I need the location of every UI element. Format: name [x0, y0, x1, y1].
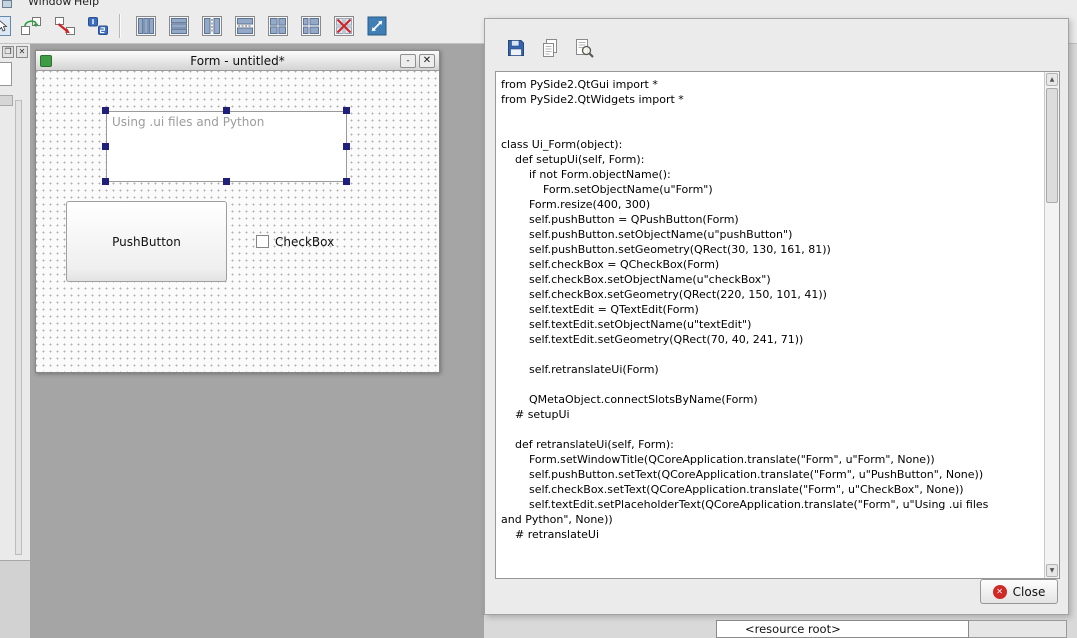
- toolbar-button-break-layout[interactable]: [331, 13, 357, 39]
- toolbar-button-edit-widgets[interactable]: [0, 13, 14, 39]
- toolbar-button-edit-tab-order[interactable]: [85, 13, 111, 39]
- scroll-down-button[interactable]: ▼: [1046, 564, 1058, 577]
- code-view[interactable]: from PySide2.QtGui import * from PySide2…: [495, 71, 1060, 579]
- save-button[interactable]: [503, 35, 529, 61]
- menu-window[interactable]: Window: [28, 0, 71, 8]
- mdi-area: Form - untitled* - ✕ Using .ui files and…: [30, 44, 484, 638]
- textedit-widget[interactable]: Using .ui files and Python: [106, 111, 347, 182]
- code-scrollbar[interactable]: ▲ ▼: [1044, 72, 1059, 578]
- break-layout-icon: [333, 15, 355, 37]
- lay-out-horizontally-icon: [135, 15, 157, 37]
- adjust-size-icon: [366, 15, 388, 37]
- selection-handle[interactable]: [102, 143, 109, 150]
- selection-handle[interactable]: [223, 107, 230, 114]
- form-window-titlebar[interactable]: Form - untitled* - ✕: [36, 51, 439, 71]
- scrollbar-thumb[interactable]: [1046, 88, 1058, 203]
- menu-help[interactable]: Help: [74, 0, 99, 8]
- toolbar-button-lay-out-in-grid[interactable]: [265, 13, 291, 39]
- close-button-label: Close: [1013, 585, 1046, 599]
- lay-out-horizontally-in-splitter-icon: [201, 15, 223, 37]
- document-icon: [2, 0, 12, 8]
- toolbar-button-lay-out-vertically[interactable]: [166, 13, 192, 39]
- resource-browser-panel: <resource root>: [716, 620, 969, 638]
- toolbar-button-edit-signals-slots[interactable]: [18, 13, 44, 39]
- form-window-title: Form - untitled*: [36, 54, 439, 68]
- close-icon: ✕: [423, 55, 431, 66]
- minimize-button[interactable]: -: [400, 54, 416, 68]
- edit-tab-order-icon: [87, 15, 109, 37]
- widget-box-panel: ❐ ✕: [0, 44, 30, 638]
- lay-out-vertically-in-splitter-icon: [234, 15, 256, 37]
- dock-close-icon: ✕: [19, 47, 26, 56]
- minimize-icon: -: [406, 56, 409, 66]
- lay-out-vertically-icon: [168, 15, 190, 37]
- textedit-placeholder: Using .ui files and Python: [107, 112, 346, 132]
- pushbutton-widget[interactable]: PushButton: [66, 201, 227, 282]
- close-dialog-button[interactable]: ✕ Close: [980, 579, 1058, 604]
- toolbar-button-lay-out-vertically-in-splitter[interactable]: [232, 13, 258, 39]
- close-window-button[interactable]: ✕: [419, 54, 435, 68]
- close-circle-icon: ✕: [993, 585, 1007, 599]
- edit-widgets-icon: [0, 15, 12, 37]
- dock-float-button[interactable]: ❐: [2, 46, 14, 58]
- checkbox-widget[interactable]: CheckBox: [256, 221, 357, 262]
- pushbutton-label: PushButton: [112, 235, 181, 249]
- find-button[interactable]: [571, 35, 597, 61]
- selection-handle[interactable]: [343, 178, 350, 185]
- dock-close-button[interactable]: ✕: [16, 46, 28, 58]
- toolbar-button-edit-buddies[interactable]: [52, 13, 78, 39]
- selection-handle[interactable]: [223, 178, 230, 185]
- scroll-up-button[interactable]: ▲: [1046, 73, 1058, 86]
- checkbox-indicator[interactable]: [256, 235, 269, 248]
- dock-float-icon: ❐: [4, 47, 11, 56]
- widget-category-item[interactable]: [0, 95, 13, 106]
- toolbar-button-lay-out-horizontally[interactable]: [133, 13, 159, 39]
- selection-handle[interactable]: [343, 107, 350, 114]
- save-icon: [505, 37, 527, 59]
- copy-button[interactable]: [537, 35, 563, 61]
- find-icon: [573, 37, 595, 59]
- scroll-up-icon: ▲: [1050, 76, 1055, 83]
- form-window: Form - untitled* - ✕ Using .ui files and…: [35, 50, 440, 373]
- toolbar-button-adjust-size[interactable]: [364, 13, 390, 39]
- form-canvas[interactable]: Using .ui files and Python PushButton Ch…: [36, 71, 439, 372]
- toolbar-button-lay-out-horizontally-in-splitter[interactable]: [199, 13, 225, 39]
- widget-filter-input[interactable]: [0, 62, 12, 86]
- edit-buddies-icon: [54, 15, 76, 37]
- resource-browser-side-fragment: [969, 620, 1067, 638]
- edit-signals-slots-icon: [20, 15, 42, 37]
- lay-out-in-form-layout-icon: [300, 15, 322, 37]
- menu-bar: Window Help: [0, 0, 1077, 9]
- lay-out-in-grid-icon: [267, 15, 289, 37]
- code-preview-dialog: from PySide2.QtGui import * from PySide2…: [484, 18, 1069, 615]
- checkbox-label: CheckBox: [275, 235, 334, 249]
- selection-handle[interactable]: [102, 107, 109, 114]
- bottom-dock-fragment: [0, 560, 30, 638]
- resource-root-item[interactable]: <resource root>: [745, 622, 841, 636]
- qt-designer-app: Window Help: [0, 0, 1077, 638]
- code-text: from PySide2.QtGui import * from PySide2…: [496, 72, 1044, 578]
- widget-box-scrollbar[interactable]: [15, 100, 22, 555]
- selection-handle[interactable]: [102, 178, 109, 185]
- scroll-down-icon: ▼: [1050, 567, 1055, 574]
- copy-icon: [539, 37, 561, 59]
- toolbar-separator: [119, 14, 121, 38]
- toolbar-button-lay-out-in-form-layout[interactable]: [298, 13, 324, 39]
- selection-handle[interactable]: [343, 143, 350, 150]
